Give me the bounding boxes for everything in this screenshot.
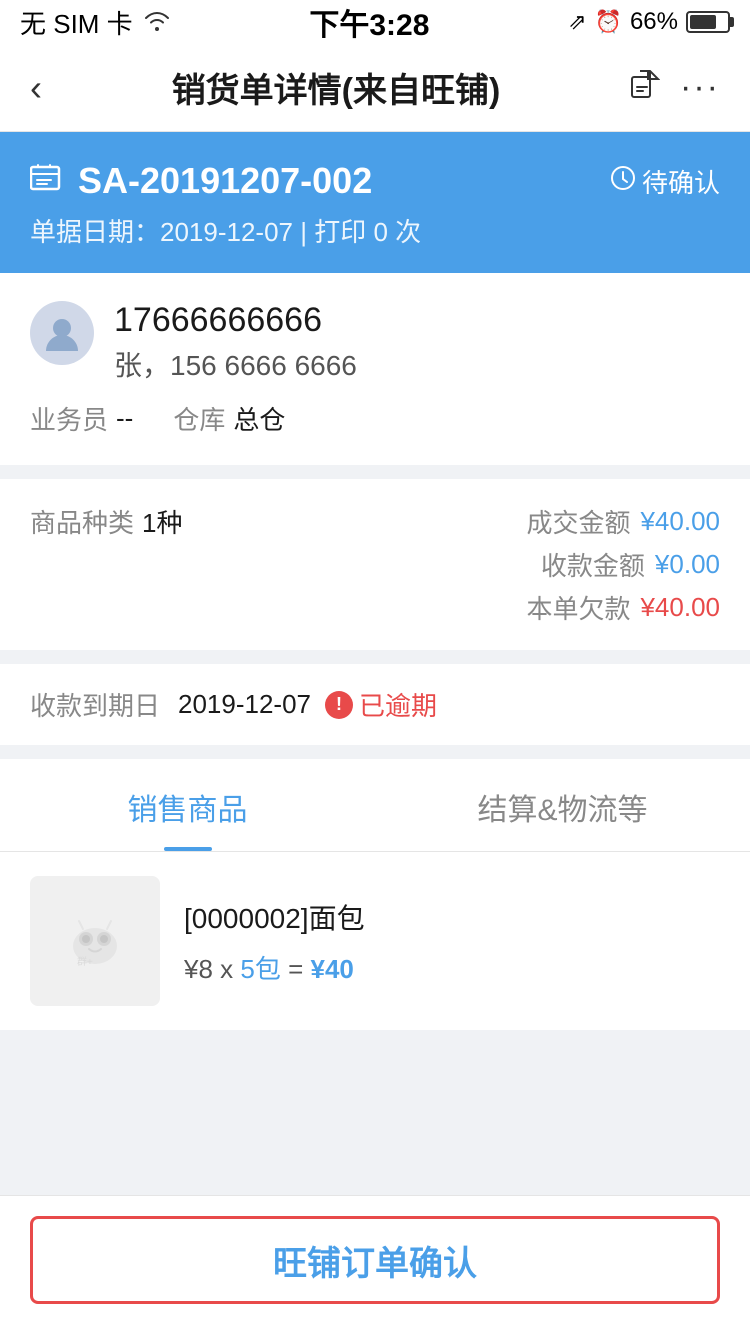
status-left: 无 SIM 卡: [20, 4, 171, 41]
nav-bar: ‹ 销货单详情(来自旺铺) ···: [0, 44, 750, 132]
customer-info: 17666666666 张，156 6666 6666: [114, 301, 720, 384]
product-row: 群+ [0000002]面包 ¥8 x 5包 = ¥40: [30, 876, 720, 1006]
carrier-text: 无 SIM 卡: [20, 4, 133, 41]
price-label: ¥8 x: [184, 954, 233, 984]
back-button[interactable]: ‹: [30, 67, 42, 109]
goods-type-value: 1种: [142, 503, 182, 540]
salesperson-value: --: [116, 403, 133, 434]
warehouse-label: 仓库: [173, 400, 225, 437]
owe-value: ¥40.00: [640, 592, 720, 623]
amount-right: 成交金额 ¥40.00 收款金额 ¥0.00 本单欠款 ¥40.00: [526, 503, 720, 626]
overdue-badge: ! 已逾期: [325, 686, 437, 723]
customer-phone: 17666666666: [114, 301, 720, 340]
payment-value: ¥0.00: [655, 549, 720, 580]
goods-type: 商品种类 1种: [30, 503, 182, 540]
owe-label: 本单欠款: [526, 589, 630, 626]
clock-icon: [610, 165, 636, 198]
customer-section: 17666666666 张，156 6666 6666 业务员 -- 仓库 总仓: [0, 273, 750, 465]
deal-amount-label: 成交金额: [526, 503, 630, 540]
battery-icon: [686, 11, 730, 33]
deal-amount-value: ¥40.00: [640, 506, 720, 537]
salesperson-item: 业务员 --: [30, 400, 133, 437]
overdue-text: 已逾期: [359, 686, 437, 723]
due-date: 2019-12-07: [178, 689, 311, 720]
customer-name: 张，156 6666 6666: [114, 344, 720, 384]
price-total: ¥40: [311, 954, 354, 984]
nav-right[interactable]: ···: [630, 68, 720, 107]
avatar: [30, 301, 94, 365]
location-icon: ⇗: [568, 9, 586, 35]
confirm-order-button[interactable]: 旺铺订单确认: [30, 1216, 720, 1304]
amount-section: 商品种类 1种 成交金额 ¥40.00 收款金额 ¥0.00 本单欠款 ¥40.…: [0, 479, 750, 650]
overdue-icon: !: [325, 691, 353, 719]
payment-row: 收款金额 ¥0.00: [541, 546, 720, 583]
product-name: [0000002]面包: [184, 897, 720, 937]
deal-amount-row: 成交金额 ¥40.00: [526, 503, 720, 540]
tab-settle-logistics[interactable]: 结算&物流等: [375, 759, 750, 851]
product-price: ¥8 x 5包 = ¥40: [184, 949, 720, 986]
product-thumbnail: 群+: [30, 876, 160, 1006]
owe-row: 本单欠款 ¥40.00: [526, 589, 720, 626]
price-qty: 5包: [240, 954, 280, 984]
warehouse-item: 仓库 总仓: [173, 400, 285, 437]
goods-type-label: 商品种类: [30, 503, 134, 540]
order-meta: 单据日期：2019-12-07 | 打印 0 次: [30, 212, 720, 249]
tabs-row[interactable]: 销售商品 结算&物流等: [0, 759, 750, 852]
status-right: ⇗ ⏰ 66%: [568, 8, 730, 36]
order-status: 待确认: [610, 163, 720, 200]
order-header-card: SA-20191207-002 待确认 单据日期：2019-12-07 | 打印…: [0, 132, 750, 273]
due-label: 收款到期日: [30, 686, 160, 723]
product-info: [0000002]面包 ¥8 x 5包 = ¥40: [184, 897, 720, 986]
order-icon: [30, 160, 66, 202]
export-icon[interactable]: [630, 69, 660, 107]
salesperson-label: 业务员: [30, 400, 108, 437]
tab-sales-goods[interactable]: 销售商品: [0, 759, 375, 851]
more-icon[interactable]: ···: [680, 68, 720, 107]
alarm-icon: ⏰: [595, 9, 622, 35]
wifi-icon: [143, 7, 171, 38]
price-equals: =: [288, 954, 310, 984]
payment-label: 收款金额: [541, 546, 645, 583]
warehouse-value: 总仓: [233, 400, 285, 437]
status-time: 下午3:28: [309, 0, 429, 44]
tabs-section: 销售商品 结算&物流等 群+ [00000: [0, 759, 750, 1030]
status-bar: 无 SIM 卡 下午3:28 ⇗ ⏰ 66%: [0, 0, 750, 44]
nav-title: 销货单详情(来自旺铺): [172, 63, 501, 112]
info-row: 业务员 -- 仓库 总仓: [30, 400, 720, 437]
due-date-section: 收款到期日 2019-12-07 ! 已逾期: [0, 664, 750, 745]
customer-row: 17666666666 张，156 6666 6666: [30, 301, 720, 384]
order-id: SA-20191207-002: [30, 160, 372, 202]
product-section: 群+ [0000002]面包 ¥8 x 5包 = ¥40: [0, 852, 750, 1030]
svg-text:群+: 群+: [77, 955, 93, 968]
bottom-bar: 旺铺订单确认: [0, 1195, 750, 1334]
battery-percent: 66%: [630, 8, 678, 36]
nav-left[interactable]: ‹: [30, 67, 42, 109]
